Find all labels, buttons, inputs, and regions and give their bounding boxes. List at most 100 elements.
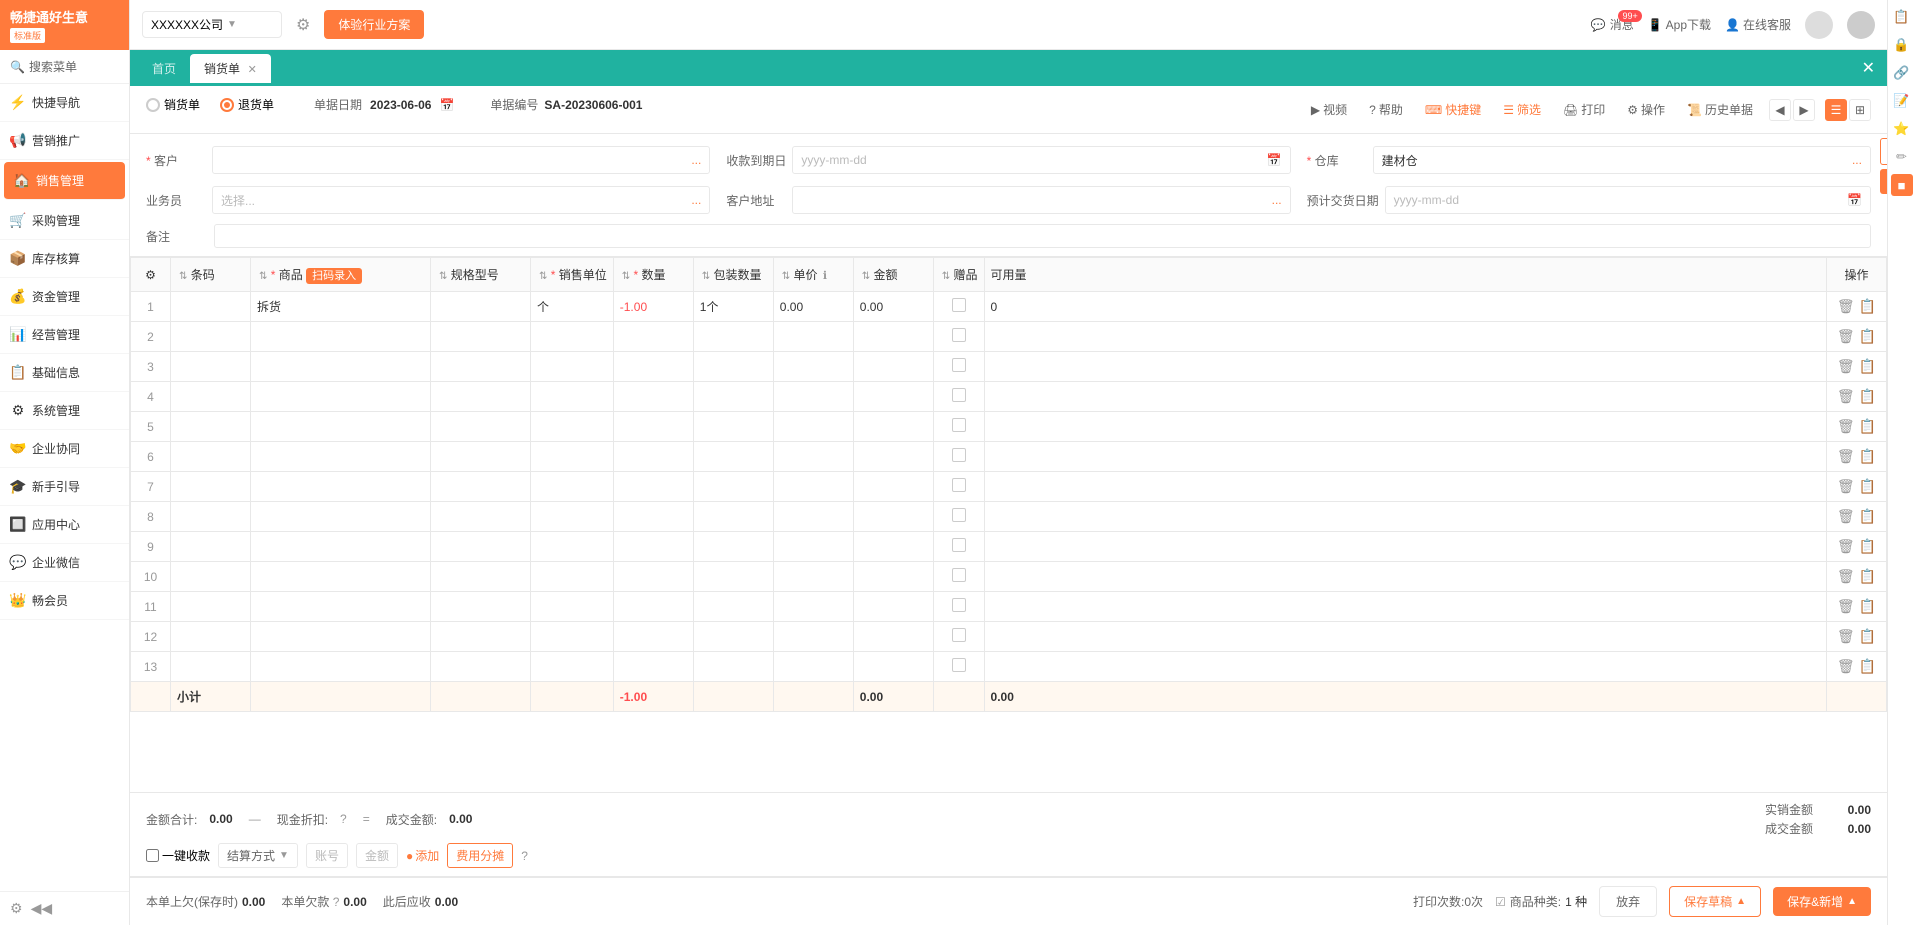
cell-product[interactable] [251, 412, 431, 442]
remark-input[interactable] [214, 224, 1871, 248]
calendar3-icon[interactable]: 📅 [1847, 193, 1862, 207]
tab-close-icon[interactable]: ✕ [248, 64, 257, 76]
gift-checkbox[interactable] [952, 418, 966, 432]
salesman-input[interactable]: 选择... ... [212, 186, 710, 214]
sidebar-item-marketing[interactable]: 📢 营销推广 [0, 122, 129, 160]
cell-amount[interactable] [853, 472, 933, 502]
cell-gift[interactable] [933, 472, 984, 502]
cell-qty[interactable] [613, 652, 693, 682]
calendar-icon[interactable]: 📅 [439, 98, 454, 112]
window-close-icon[interactable]: ✕ [1862, 58, 1875, 78]
cell-unit[interactable]: 个 [531, 292, 614, 322]
customer-dots[interactable]: ... [691, 153, 701, 167]
discount-help-icon[interactable]: ? [340, 812, 347, 826]
radio-sales[interactable]: 销货单 [146, 96, 200, 113]
warehouse-input[interactable]: 建材仓 ... [1373, 146, 1871, 174]
online-service-button[interactable]: 👤 在线客服 [1725, 16, 1791, 33]
th-sort-icon6[interactable]: ⇅ [702, 271, 710, 282]
cell-amount[interactable] [853, 592, 933, 622]
cell-gift[interactable] [933, 562, 984, 592]
sidebar-item-basic-info[interactable]: 📋 基础信息 [0, 354, 129, 392]
right-panel-btn-4[interactable]: 📝 [1891, 90, 1913, 112]
layout-grid-button[interactable]: ⊞ [1849, 99, 1871, 121]
print-button[interactable]: 🖨 打印 [1557, 98, 1611, 121]
cell-gift[interactable] [933, 622, 984, 652]
sidebar-search-item[interactable]: 🔍 搜索菜单 [0, 50, 129, 84]
one-click-pay-check[interactable] [146, 849, 159, 862]
th-sort-icon8[interactable]: ⇅ [862, 271, 870, 282]
cell-price[interactable] [773, 442, 853, 472]
cell-spec[interactable] [431, 652, 531, 682]
copy-icon[interactable]: 📋 [1859, 478, 1876, 495]
message-button[interactable]: 💬 消息 99+ [1591, 16, 1634, 33]
delete-icon[interactable]: 🗑 [1837, 568, 1855, 585]
cell-barcode[interactable] [171, 382, 251, 412]
cell-price[interactable] [773, 412, 853, 442]
th-sort-icon4[interactable]: ⇅ [539, 271, 547, 282]
gift-checkbox[interactable] [952, 448, 966, 462]
cell-unit[interactable] [531, 502, 614, 532]
cell-pack-qty[interactable] [693, 652, 773, 682]
cell-unit[interactable] [531, 352, 614, 382]
cell-unit[interactable] [531, 322, 614, 352]
sidebar-collapse-icon[interactable]: ◀◀ [31, 900, 53, 917]
cell-product[interactable] [251, 472, 431, 502]
nav-next-button[interactable]: ▶ [1793, 99, 1815, 121]
help-button[interactable]: ? 帮助 [1363, 98, 1409, 121]
th-settings[interactable]: ⚙ [131, 258, 171, 292]
delete-icon[interactable]: 🗑 [1837, 388, 1855, 405]
cell-qty[interactable] [613, 622, 693, 652]
cell-pack-qty[interactable] [693, 352, 773, 382]
cell-spec[interactable] [431, 592, 531, 622]
cell-product[interactable] [251, 442, 431, 472]
customer-input[interactable]: ... [212, 146, 710, 174]
cell-qty[interactable] [613, 592, 693, 622]
nav-prev-button[interactable]: ◀ [1769, 99, 1791, 121]
filter-button[interactable]: ☰ 筛选 [1497, 98, 1547, 121]
gift-checkbox[interactable] [952, 658, 966, 672]
customer-addr-dots[interactable]: ... [1272, 193, 1282, 207]
cell-price[interactable] [773, 322, 853, 352]
sidebar-item-inventory[interactable]: 📦 库存核算 [0, 240, 129, 278]
copy-icon[interactable]: 📋 [1859, 658, 1876, 675]
cell-product[interactable] [251, 592, 431, 622]
history-button[interactable]: 📜 历史单据 [1681, 98, 1759, 121]
save-draft-button[interactable]: 保存草稿 ▲ [1669, 886, 1761, 917]
user-avatar[interactable] [1805, 11, 1833, 39]
cell-barcode[interactable] [171, 622, 251, 652]
cell-price[interactable] [773, 502, 853, 532]
sidebar-item-quick-nav[interactable]: ⚡ 快捷导航 [0, 84, 129, 122]
copy-icon[interactable]: 📋 [1859, 418, 1876, 435]
cell-gift[interactable] [933, 292, 984, 322]
sidebar-item-system[interactable]: ⚙ 系统管理 [0, 392, 129, 430]
cell-unit[interactable] [531, 622, 614, 652]
cell-spec[interactable] [431, 382, 531, 412]
cell-pack-qty[interactable] [693, 622, 773, 652]
right-panel-btn-7[interactable]: ■ [1891, 174, 1913, 196]
cell-amount[interactable] [853, 382, 933, 412]
cell-spec[interactable] [431, 412, 531, 442]
cell-unit[interactable] [531, 652, 614, 682]
cell-spec[interactable] [431, 352, 531, 382]
cell-price[interactable] [773, 652, 853, 682]
add-payment-button[interactable]: ● 添加 [406, 847, 439, 864]
gift-checkbox[interactable] [952, 598, 966, 612]
cell-pack-qty[interactable] [693, 382, 773, 412]
cell-pack-qty[interactable] [693, 562, 773, 592]
cell-gift[interactable] [933, 502, 984, 532]
cell-barcode[interactable] [171, 592, 251, 622]
cell-spec[interactable] [431, 322, 531, 352]
layout-list-button[interactable]: ☰ [1825, 99, 1847, 121]
cell-barcode[interactable] [171, 352, 251, 382]
cell-price[interactable] [773, 352, 853, 382]
cell-amount[interactable] [853, 532, 933, 562]
product-kind[interactable]: ☑ 商品种类: 1 种 [1495, 893, 1587, 910]
gift-checkbox[interactable] [952, 538, 966, 552]
company-selector[interactable]: XXXXXX公司 ▼ [142, 11, 282, 38]
expense-button[interactable]: 费用分摊 [447, 843, 513, 868]
delete-icon[interactable]: 🗑 [1837, 448, 1855, 465]
cell-product[interactable] [251, 502, 431, 532]
delete-icon[interactable]: 🗑 [1837, 298, 1855, 315]
cell-barcode[interactable] [171, 562, 251, 592]
cell-product[interactable]: 拆货 [251, 292, 431, 322]
